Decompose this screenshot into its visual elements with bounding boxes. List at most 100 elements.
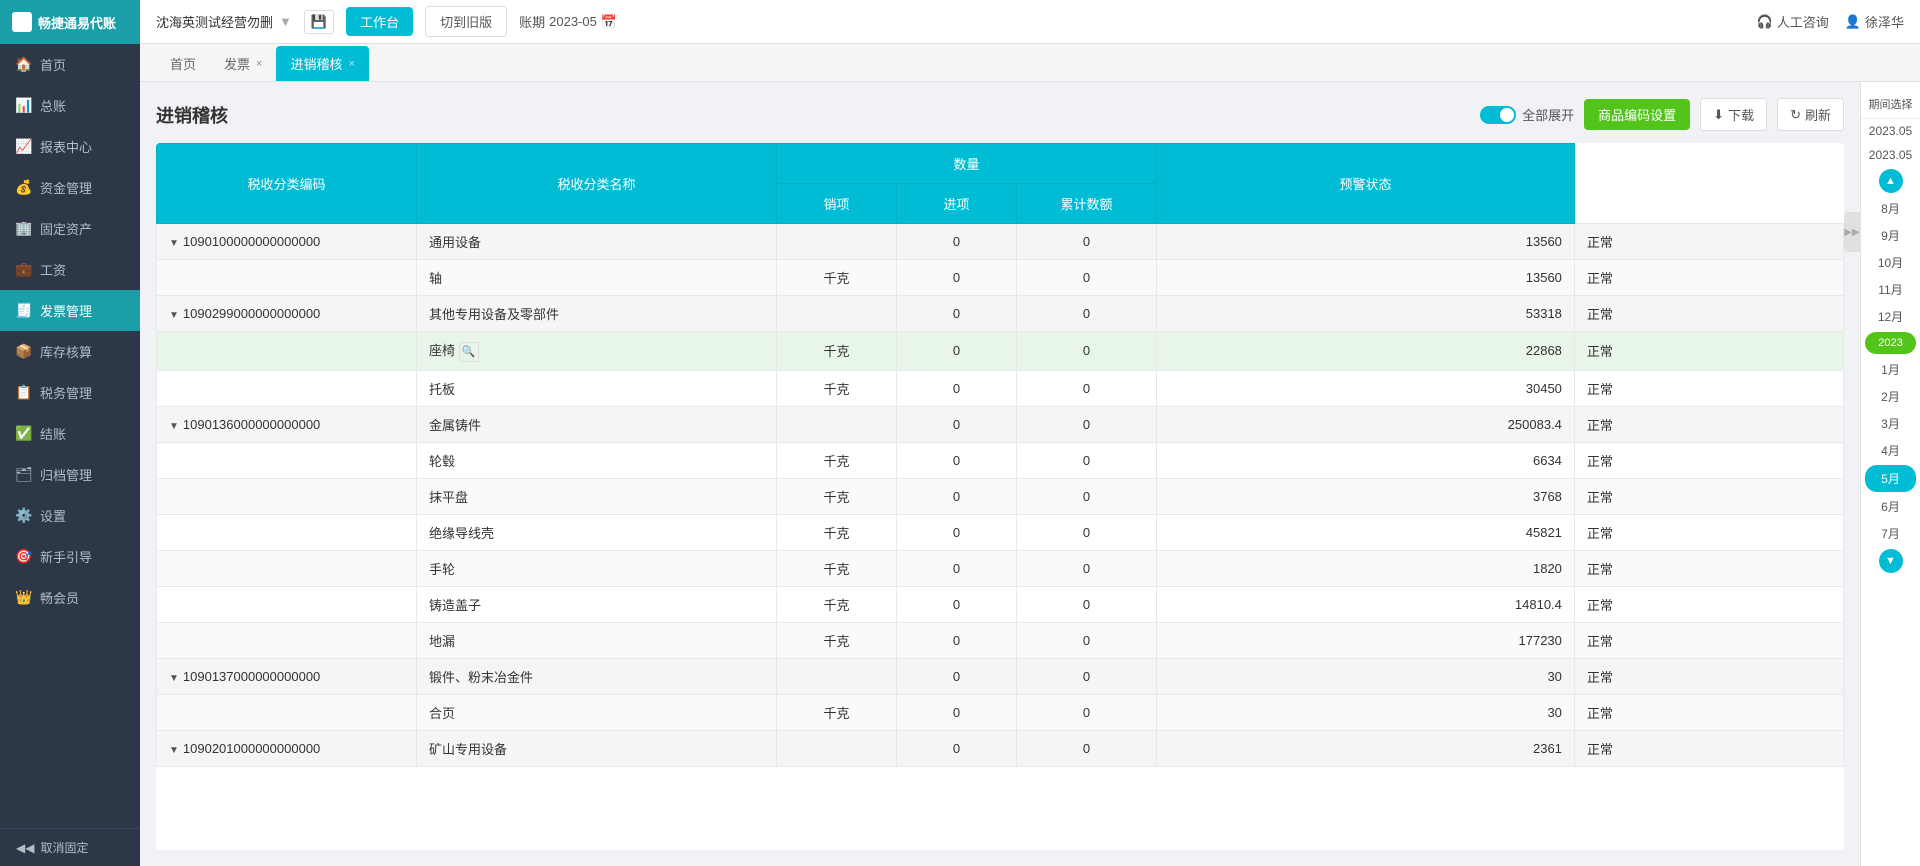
cell-purchase: 0 [1017,658,1157,694]
panel-toggle[interactable]: ▶▶ [1844,212,1860,252]
cell-name: 轮毂 [417,442,777,478]
topbar: 沈海英测试经营勿删 ▼ 💾 工作台 切到旧版 账期 2023-05 📅 🎧 人工… [140,0,1920,44]
cell-sales: 0 [897,296,1017,332]
company-name: 沈海英测试经营勿删 [156,12,273,31]
user-menu[interactable]: 👤 徐泽华 [1845,12,1904,31]
sidebar-icon: 🧾 [16,303,32,319]
tab-invoice[interactable]: 发票 × [210,46,276,81]
workspace-button[interactable]: 工作台 [346,7,413,36]
cell-code [157,550,417,586]
sidebar-item-设置[interactable]: ⚙️设置 [0,495,140,536]
toggle-track[interactable] [1480,106,1516,124]
sidebar-item-发票管理[interactable]: 🧾发票管理 [0,290,140,331]
period-4[interactable]: 4月 [1861,437,1920,464]
period-3[interactable]: 3月 [1861,410,1920,437]
period-12[interactable]: 12月 [1861,303,1920,330]
cell-purchase: 0 [1017,478,1157,514]
panel-toggle-icon: ▶▶ [1844,227,1859,238]
sidebar-item-固定资产[interactable]: 🏢固定资产 [0,208,140,249]
cell-purchase: 0 [1017,622,1157,658]
sidebar-item-总账[interactable]: 📊总账 [0,85,140,126]
download-button[interactable]: ⬇ 下载 [1700,98,1767,131]
cell-status: 正常 [1574,622,1843,658]
cell-status: 正常 [1574,224,1843,260]
cell-status: 正常 [1574,586,1843,622]
scroll-up-button[interactable]: ▲ [1879,169,1903,193]
search-product-icon[interactable]: 🔍 [459,342,479,362]
save-icon[interactable]: 💾 [304,10,334,34]
page-title: 进销稽核 [156,102,228,128]
cell-sales: 0 [897,224,1017,260]
period-6[interactable]: 6月 [1861,493,1920,520]
sidebar-nav: 🏠首页📊总账📈报表中心💰资金管理🏢固定资产💼工资🧾发票管理📦库存核算📋税务管理✅… [0,44,140,828]
expand-icon[interactable]: ▼ [169,673,179,684]
cell-name: 通用设备 [417,224,777,260]
sidebar-item-结账[interactable]: ✅结账 [0,413,140,454]
calendar-icon[interactable]: 📅 [601,14,617,30]
support-button[interactable]: 🎧 人工咨询 [1757,12,1829,31]
period-11[interactable]: 11月 [1861,276,1920,303]
sidebar-icon: ✅ [16,426,32,442]
period-value: 2023-05 [549,14,597,29]
expand-icon[interactable]: ▼ [169,310,179,321]
period-2023-05-b[interactable]: 2023.05 [1861,143,1920,167]
table-row: ▼1090299000000000000 其他专用设备及零部件 0 0 5331… [157,296,1844,332]
expand-toggle[interactable]: 全部展开 [1480,105,1574,124]
cell-unit: 千克 [777,332,897,371]
data-table-container: 税收分类编码 税收分类名称 数量 预警状态 销项 进项 累计数额 ▼109010 [156,143,1844,850]
expand-icon[interactable]: ▼ [169,745,179,756]
cell-total: 1820 [1157,550,1575,586]
cell-name: 铸造盖子 [417,586,777,622]
period-8[interactable]: 8月 [1861,195,1920,222]
content-area: 进销稽核 全部展开 商品编码设置 ⬇ 下载 ↻ 刷 [140,82,1920,866]
tab-home[interactable]: 首页 [156,46,210,81]
cell-unit [777,406,897,442]
refresh-label: 刷新 [1805,105,1831,124]
sidebar-item-资金管理[interactable]: 💰资金管理 [0,167,140,208]
tab-invoice-close[interactable]: × [256,58,262,70]
sidebar-item-畅会员[interactable]: 👑畅会员 [0,577,140,618]
period-1[interactable]: 1月 [1861,356,1920,383]
app-logo: 畅捷通易代账 [0,0,140,44]
cell-purchase: 0 [1017,442,1157,478]
sidebar-item-工资[interactable]: 💼工资 [0,249,140,290]
sidebar-item-库存核算[interactable]: 📦库存核算 [0,331,140,372]
cell-status: 正常 [1574,370,1843,406]
period-10[interactable]: 10月 [1861,249,1920,276]
period-9[interactable]: 9月 [1861,222,1920,249]
expand-icon[interactable]: ▼ [169,238,179,249]
year-2023: 2023 [1865,332,1916,354]
support-label: 人工咨询 [1777,12,1829,31]
cell-total: 30 [1157,694,1575,730]
period-2023-05-a[interactable]: 2023.05 [1861,119,1920,143]
cell-sales: 0 [897,622,1017,658]
period-5[interactable]: 5月 [1865,465,1916,492]
sidebar-bottom[interactable]: ◀◀ 取消固定 [0,828,140,866]
cell-unit: 千克 [777,442,897,478]
refresh-button[interactable]: ↻ 刷新 [1777,98,1844,131]
cell-total: 53318 [1157,296,1575,332]
cell-unit: 千克 [777,622,897,658]
cell-sales: 0 [897,478,1017,514]
product-code-button[interactable]: 商品编码设置 [1584,99,1690,130]
cell-status: 正常 [1574,296,1843,332]
cell-sales: 0 [897,550,1017,586]
cell-total: 2361 [1157,730,1575,766]
switch-version-button[interactable]: 切到旧版 [425,6,507,37]
tab-reconciliation[interactable]: 进销稽核 × [276,46,368,81]
tab-reconciliation-close[interactable]: × [348,58,354,70]
sidebar-item-新手引导[interactable]: 🎯新手引导 [0,536,140,577]
cell-name: 锻件、粉末冶金件 [417,658,777,694]
sidebar-item-报表中心[interactable]: 📈报表中心 [0,126,140,167]
cell-purchase: 0 [1017,586,1157,622]
sidebar-item-首页[interactable]: 🏠首页 [0,44,140,85]
sidebar-item-税务管理[interactable]: 📋税务管理 [0,372,140,413]
cell-sales: 0 [897,658,1017,694]
company-selector[interactable]: 沈海英测试经营勿删 ▼ [156,12,292,31]
cell-unit: 千克 [777,694,897,730]
period-2[interactable]: 2月 [1861,383,1920,410]
expand-icon[interactable]: ▼ [169,421,179,432]
sidebar-item-归档管理[interactable]: 🗂归档管理 [0,454,140,495]
period-7[interactable]: 7月 [1861,520,1920,547]
scroll-down-button[interactable]: ▼ [1879,549,1903,573]
